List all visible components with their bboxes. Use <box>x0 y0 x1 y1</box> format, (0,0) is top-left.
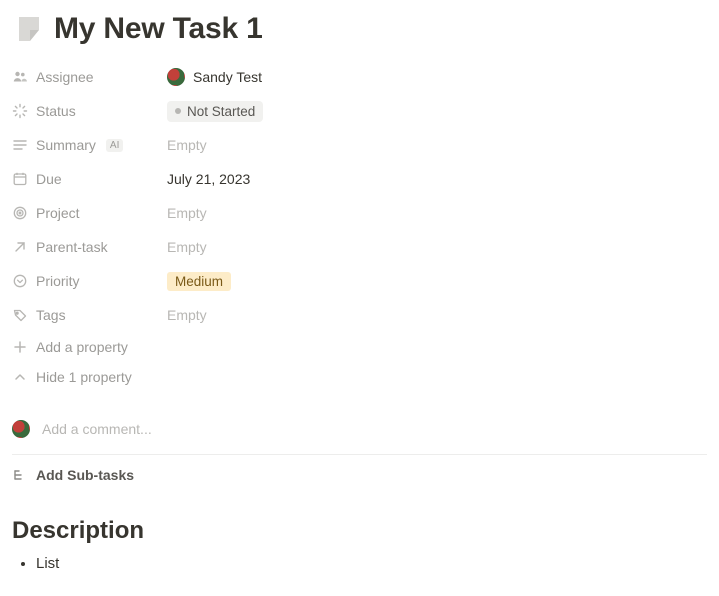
property-label-text: Parent-task <box>36 239 108 255</box>
property-project: Project Empty <box>12 196 707 230</box>
property-assignee: Assignee Sandy Test <box>12 60 707 94</box>
property-label-text: Status <box>36 103 76 119</box>
add-subtasks-label: Add Sub-tasks <box>36 467 134 483</box>
status-loader-icon <box>12 103 28 119</box>
hide-property-label: Hide 1 property <box>36 369 132 385</box>
property-label-text: Project <box>36 205 80 221</box>
property-value-tags[interactable]: Empty <box>167 301 207 329</box>
list-item[interactable]: List <box>36 555 707 572</box>
property-value-priority[interactable]: Medium <box>167 267 231 295</box>
property-label-text: Tags <box>36 307 66 323</box>
avatar <box>167 68 185 86</box>
status-dot-icon <box>175 108 181 114</box>
property-label-text: Assignee <box>36 69 94 85</box>
property-tags: Tags Empty <box>12 298 707 332</box>
property-value-parent-task[interactable]: Empty <box>167 233 207 261</box>
add-property-button[interactable]: Add a property <box>12 332 707 362</box>
empty-text: Empty <box>167 239 207 255</box>
property-value-status[interactable]: Not Started <box>167 97 263 125</box>
property-label-parent-task[interactable]: Parent-task <box>12 237 167 257</box>
status-pill: Not Started <box>167 101 263 122</box>
property-label-summary[interactable]: Summary AI <box>12 135 167 155</box>
property-label-status[interactable]: Status <box>12 101 167 121</box>
page-title[interactable]: My New Task 1 <box>54 12 263 46</box>
property-value-project[interactable]: Empty <box>167 199 207 227</box>
description-list[interactable]: List <box>12 555 707 572</box>
add-property-label: Add a property <box>36 339 128 355</box>
status-text: Not Started <box>187 104 255 119</box>
property-label-due[interactable]: Due <box>12 169 167 189</box>
property-label-project[interactable]: Project <box>12 203 167 223</box>
property-label-priority[interactable]: Priority <box>12 271 167 291</box>
properties-section: Assignee Sandy Test Status <box>12 60 707 392</box>
avatar <box>12 420 30 438</box>
spacer <box>12 392 707 410</box>
empty-text: Empty <box>167 137 207 153</box>
property-summary: Summary AI Empty <box>12 128 707 162</box>
hide-property-button[interactable]: Hide 1 property <box>12 362 707 392</box>
target-icon <box>12 205 28 221</box>
property-status: Status Not Started <box>12 94 707 128</box>
property-label-text: Summary <box>36 137 96 153</box>
due-text: July 21, 2023 <box>167 171 250 187</box>
chevron-up-icon <box>12 369 28 385</box>
calendar-icon <box>12 171 28 187</box>
property-label-assignee[interactable]: Assignee <box>12 67 167 87</box>
add-subtasks-button[interactable]: Add Sub-tasks <box>12 455 707 491</box>
property-label-text: Due <box>36 171 62 187</box>
property-label-text: Priority <box>36 273 80 289</box>
arrow-up-right-icon <box>12 239 28 255</box>
property-value-due[interactable]: July 21, 2023 <box>167 165 250 193</box>
property-due: Due July 21, 2023 <box>12 162 707 196</box>
select-chevron-icon <box>12 273 28 289</box>
empty-text: Empty <box>167 205 207 221</box>
property-parent-task: Parent-task Empty <box>12 230 707 264</box>
description-heading[interactable]: Description <box>12 517 707 545</box>
task-page: My New Task 1 Assignee Sandy Test <box>0 0 719 594</box>
property-priority: Priority Medium <box>12 264 707 298</box>
priority-pill: Medium <box>167 272 231 291</box>
property-label-tags[interactable]: Tags <box>12 305 167 325</box>
plus-icon <box>12 339 28 355</box>
text-lines-icon <box>12 137 28 153</box>
empty-text: Empty <box>167 307 207 323</box>
assignee-name: Sandy Test <box>193 69 262 85</box>
comment-input[interactable] <box>42 421 707 437</box>
page-icon[interactable] <box>16 16 42 42</box>
subtasks-icon <box>12 467 28 483</box>
ai-badge: AI <box>106 139 123 152</box>
title-row: My New Task 1 <box>12 8 707 60</box>
property-value-summary[interactable]: Empty <box>167 131 207 159</box>
property-value-assignee[interactable]: Sandy Test <box>167 63 262 91</box>
comment-row <box>12 410 707 455</box>
tag-icon <box>12 307 28 323</box>
people-icon <box>12 69 28 85</box>
